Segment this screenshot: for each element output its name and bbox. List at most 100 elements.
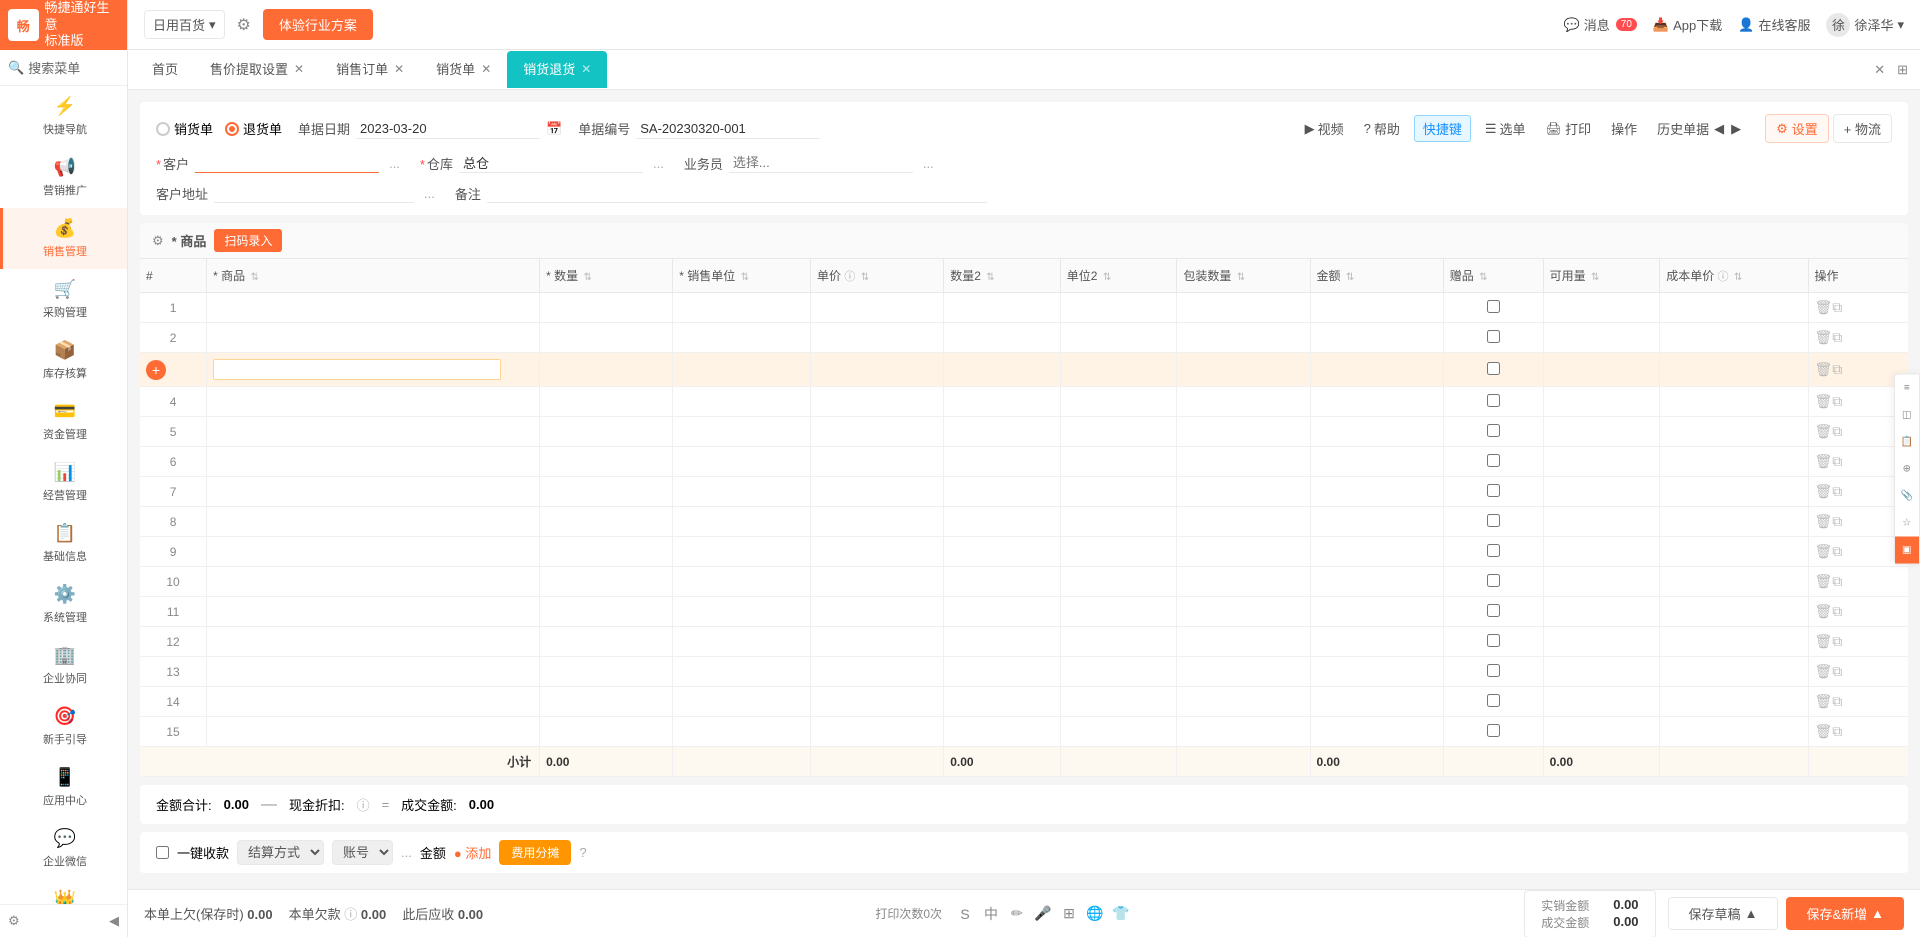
gift-checkbox[interactable] bbox=[1487, 544, 1500, 557]
history-btn[interactable]: 历史单据 ◀ ▶ bbox=[1651, 116, 1749, 141]
save-draft-btn[interactable]: 保存草稿 ▲ bbox=[1668, 897, 1779, 930]
address-input[interactable] bbox=[214, 183, 414, 203]
copy-row-icon[interactable]: ⧉ bbox=[1832, 453, 1842, 469]
shortcut-btn[interactable]: 快捷键 bbox=[1414, 115, 1471, 142]
delete-row-icon[interactable]: 🗑 bbox=[1815, 573, 1833, 589]
tool7-icon[interactable]: 👕 bbox=[1110, 903, 1132, 925]
gift-checkbox[interactable] bbox=[1487, 634, 1500, 647]
gift-checkbox[interactable] bbox=[1487, 394, 1500, 407]
add-row-btn[interactable]: + bbox=[146, 360, 166, 380]
right-panel-item-6[interactable]: ☆ bbox=[1895, 509, 1919, 536]
close-all-tabs-btn[interactable]: ✕ bbox=[1870, 58, 1889, 82]
copy-row-icon[interactable]: ⧉ bbox=[1832, 633, 1842, 649]
sidebar-item-basic[interactable]: 📋 基础信息 bbox=[0, 513, 127, 574]
right-panel-item-1[interactable]: ≡ bbox=[1895, 374, 1919, 401]
right-panel-item-4[interactable]: ⊕ bbox=[1895, 455, 1919, 482]
delete-row-icon[interactable]: 🗑 bbox=[1815, 543, 1833, 559]
salesman-input[interactable] bbox=[729, 153, 913, 173]
gift-checkbox[interactable] bbox=[1487, 574, 1500, 587]
app-download-btn[interactable]: 📥 App下载 bbox=[1653, 15, 1722, 34]
sidebar-item-sales[interactable]: 💰 销售管理 bbox=[0, 208, 127, 269]
tool5-icon[interactable]: ⊞ bbox=[1058, 903, 1080, 925]
product-input[interactable] bbox=[213, 359, 501, 380]
gift-checkbox[interactable] bbox=[1487, 514, 1500, 527]
experience-btn[interactable]: 体验行业方案 bbox=[263, 9, 373, 40]
expense-split-btn[interactable]: 费用分摊 bbox=[499, 840, 571, 865]
delete-row-icon[interactable]: 🗑 bbox=[1815, 393, 1833, 409]
tool4-icon[interactable]: 🎤 bbox=[1032, 903, 1054, 925]
history-nav-prev[interactable]: ◀ bbox=[1712, 121, 1726, 137]
gift-checkbox[interactable] bbox=[1487, 454, 1500, 467]
gift-checkbox[interactable] bbox=[1487, 424, 1500, 437]
sidebar-item-marketing[interactable]: 📢 营销推广 bbox=[0, 147, 127, 208]
tab-close-sales-return[interactable]: ✕ bbox=[581, 62, 591, 76]
delete-row-icon[interactable]: 🗑 bbox=[1815, 513, 1833, 529]
sidebar-item-apps[interactable]: 📱 应用中心 bbox=[0, 757, 127, 818]
tab-close-sales-order[interactable]: ✕ bbox=[394, 62, 404, 76]
sidebar-item-system[interactable]: ⚙️ 系统管理 bbox=[0, 574, 127, 635]
right-panel-item-3[interactable]: 📋 bbox=[1895, 428, 1919, 455]
message-btn[interactable]: 💬 消息 70 bbox=[1564, 15, 1637, 34]
gift-checkbox[interactable] bbox=[1487, 694, 1500, 707]
right-panel-item-5[interactable]: 📎 bbox=[1895, 482, 1919, 509]
copy-row-icon[interactable]: ⧉ bbox=[1832, 663, 1842, 679]
tab-sales-order[interactable]: 销售订单 ✕ bbox=[320, 51, 420, 88]
customer-select-btn[interactable]: ... bbox=[385, 156, 404, 171]
copy-row-icon[interactable]: ⧉ bbox=[1832, 543, 1842, 559]
right-panel-item-2[interactable]: ◫ bbox=[1895, 401, 1919, 428]
radio-sales-out[interactable]: 销货单 bbox=[156, 119, 213, 138]
copy-row-icon[interactable]: ⧉ bbox=[1832, 329, 1842, 345]
sidebar-search[interactable]: 🔍 搜索菜单 bbox=[0, 50, 127, 86]
gift-checkbox[interactable] bbox=[1487, 724, 1500, 737]
table-settings-icon[interactable]: ⚙ bbox=[152, 233, 164, 249]
tool6-icon[interactable]: 🌐 bbox=[1084, 903, 1106, 925]
delete-row-icon[interactable]: 🗑 bbox=[1815, 723, 1833, 739]
sidebar-item-operations[interactable]: 📊 经营管理 bbox=[0, 452, 127, 513]
delete-row-icon[interactable]: 🗑 bbox=[1815, 423, 1833, 439]
sidebar-item-purchase[interactable]: 🛒 采购管理 bbox=[0, 269, 127, 330]
copy-row-icon[interactable]: ⧉ bbox=[1832, 483, 1842, 499]
select-bill-btn[interactable]: ☰ 选单 bbox=[1479, 116, 1532, 141]
delete-row-icon[interactable]: 🗑 bbox=[1815, 453, 1833, 469]
online-service-btn[interactable]: 👤 在线客服 bbox=[1738, 15, 1810, 34]
copy-row-icon[interactable]: ⧉ bbox=[1832, 723, 1842, 739]
help-btn[interactable]: ? 帮助 bbox=[1358, 116, 1406, 141]
tab-sales-return[interactable]: 销货退货 ✕ bbox=[507, 51, 607, 88]
delete-row-icon[interactable]: 🗑 bbox=[1815, 361, 1833, 377]
number-input[interactable] bbox=[636, 119, 820, 139]
salesman-select-btn[interactable]: ... bbox=[919, 156, 938, 171]
tab-close-sales-out[interactable]: ✕ bbox=[481, 62, 491, 76]
tool1-icon[interactable]: S bbox=[954, 903, 976, 925]
history-nav-next[interactable]: ▶ bbox=[1729, 121, 1743, 137]
settle-method-select[interactable]: 结算方式 bbox=[237, 840, 324, 865]
delete-row-icon[interactable]: 🗑 bbox=[1815, 329, 1833, 345]
gift-checkbox[interactable] bbox=[1487, 330, 1500, 343]
sidebar-item-shortcuts[interactable]: ⚡ 快捷导航 bbox=[0, 86, 127, 147]
delete-row-icon[interactable]: 🗑 bbox=[1815, 483, 1833, 499]
operate-btn[interactable]: 操作 bbox=[1605, 116, 1643, 141]
customer-input[interactable] bbox=[195, 153, 379, 173]
tab-sales-out[interactable]: 销货单 ✕ bbox=[420, 51, 507, 88]
sidebar-item-finance[interactable]: 💳 资金管理 bbox=[0, 391, 127, 452]
gift-checkbox[interactable] bbox=[1487, 362, 1500, 375]
copy-row-icon[interactable]: ⧉ bbox=[1832, 693, 1842, 709]
remarks-input[interactable] bbox=[487, 183, 987, 203]
add-payment-btn[interactable]: ● 添加 bbox=[454, 843, 491, 862]
expense-help-icon[interactable]: ? bbox=[579, 845, 586, 860]
sidebar-item-inventory[interactable]: 📦 库存核算 bbox=[0, 330, 127, 391]
delete-row-icon[interactable]: 🗑 bbox=[1815, 633, 1833, 649]
copy-row-icon[interactable]: ⧉ bbox=[1832, 393, 1842, 409]
account-dots-btn[interactable]: ... bbox=[401, 845, 412, 860]
save-new-btn[interactable]: 保存&新增 ▲ bbox=[1786, 897, 1904, 930]
radio-return[interactable]: 退货单 bbox=[225, 119, 282, 138]
copy-row-icon[interactable]: ⧉ bbox=[1832, 299, 1842, 315]
copy-row-icon[interactable]: ⧉ bbox=[1832, 513, 1842, 529]
date-input[interactable] bbox=[356, 119, 540, 139]
tab-price-settings[interactable]: 售价提取设置 ✕ bbox=[194, 51, 320, 88]
address-select-btn[interactable]: ... bbox=[420, 186, 439, 201]
warehouse-input[interactable] bbox=[459, 153, 643, 173]
gift-checkbox[interactable] bbox=[1487, 664, 1500, 677]
delete-row-icon[interactable]: 🗑 bbox=[1815, 299, 1833, 315]
video-btn[interactable]: ▶ 视频 bbox=[1299, 116, 1350, 141]
sidebar-item-member[interactable]: 👑 畅会员 bbox=[0, 879, 127, 904]
